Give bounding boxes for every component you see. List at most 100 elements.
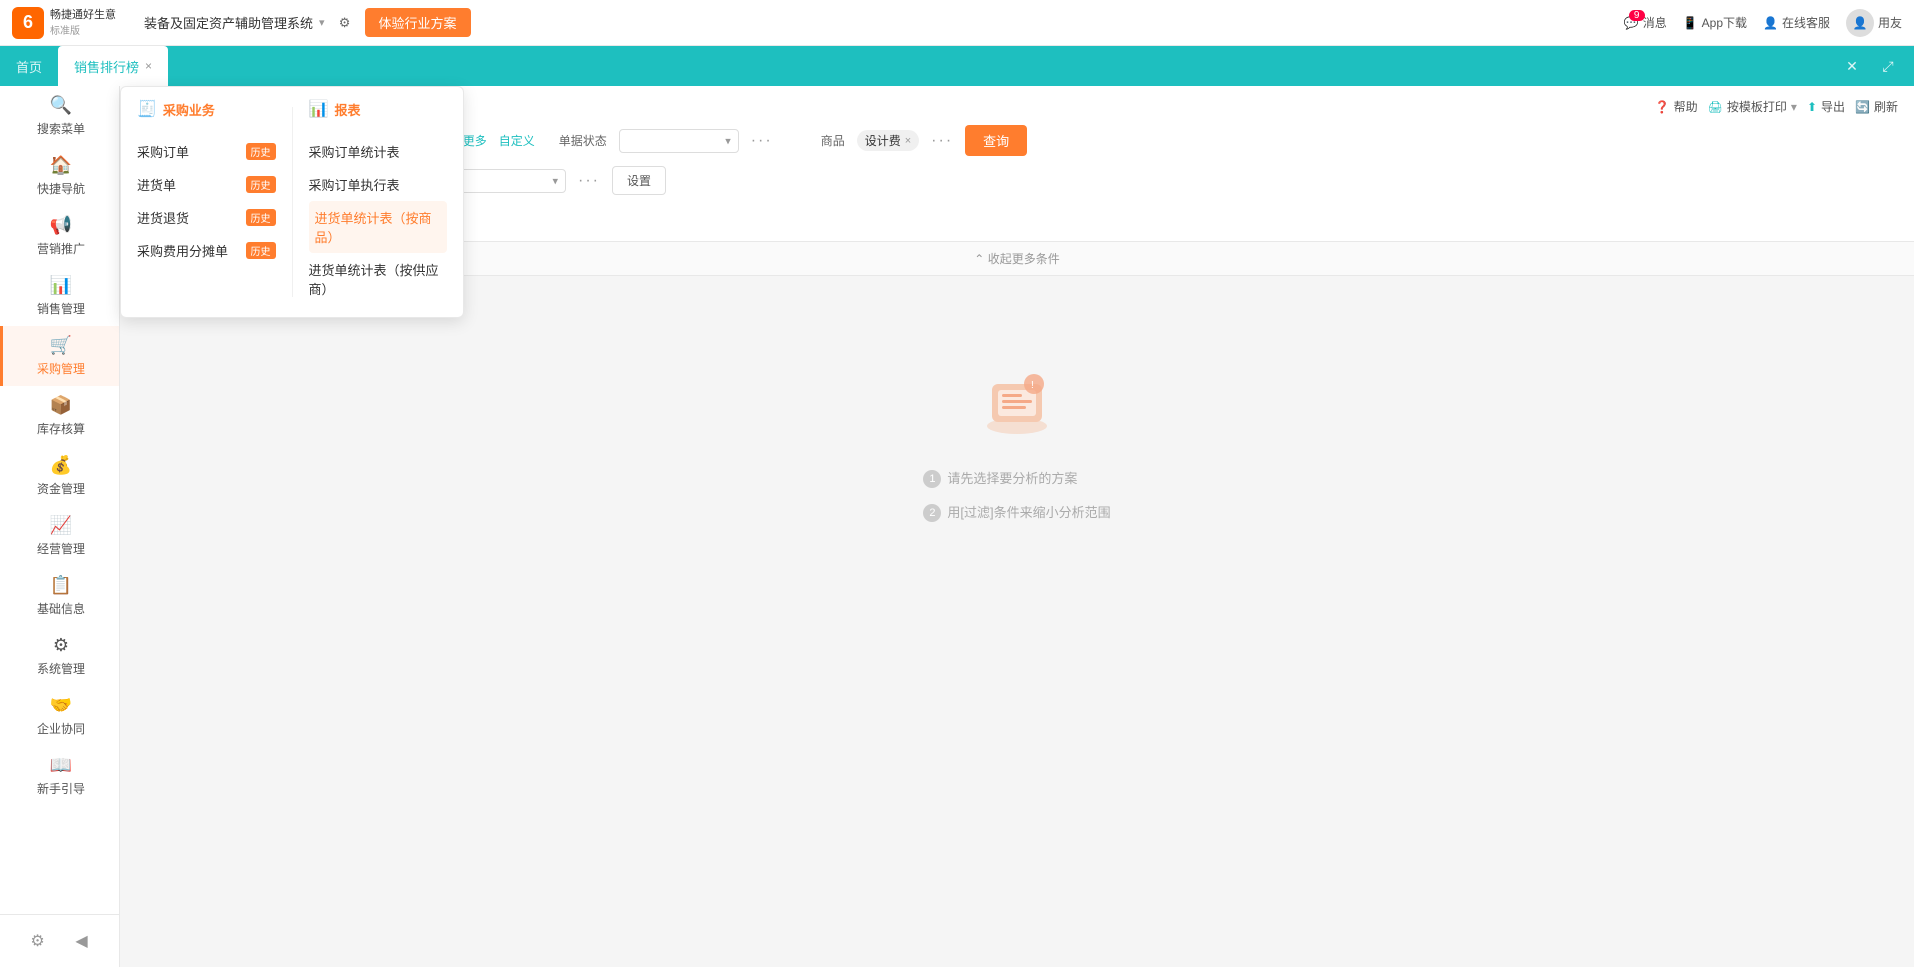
- tab-home[interactable]: 首页: [0, 46, 58, 86]
- stock-return-badge: 历史: [246, 209, 276, 226]
- purchase-dropdown-menu: 🧾 采购业务 采购订单 历史 进货单 历史 进货退货 历史 采购费用分摊单 历史: [120, 86, 464, 318]
- user-menu-button[interactable]: 👤 用友: [1846, 9, 1902, 37]
- sidebar-label-finance: 资金管理: [37, 480, 85, 497]
- doc-status-more[interactable]: ···: [751, 132, 773, 150]
- system-icon: ⚙: [53, 635, 69, 656]
- sidebar-item-inventory[interactable]: 📦 库存核算: [0, 386, 119, 446]
- step1-text: 请先选择要分析的方案: [947, 466, 1077, 492]
- sidebar-label-inventory: 库存核算: [37, 420, 85, 437]
- sidebar-label-search: 搜索菜单: [37, 120, 85, 137]
- sidebar-item-finance[interactable]: 💰 资金管理: [0, 446, 119, 506]
- finance-icon: 💰: [50, 455, 72, 476]
- system-area: 装备及固定资产辅助管理系统 ▾ ⚙ 体验行业方案: [144, 8, 1624, 37]
- industry-solution-button[interactable]: 体验行业方案: [365, 8, 471, 37]
- tab-sales-rank[interactable]: 销售排行榜 ×: [58, 46, 168, 86]
- sidebar-label-management: 经营管理: [37, 540, 85, 557]
- topbar: 6 畅捷通好生意 标准版 装备及固定资产辅助管理系统 ▾ ⚙ 体验行业方案 💬 …: [0, 0, 1914, 46]
- dropdown-col-business-title: 🧾 采购业务: [137, 99, 276, 125]
- print-icon: 🖨: [1708, 100, 1723, 114]
- salesman-more[interactable]: ···: [578, 172, 600, 190]
- sidebar-label-sales: 销售管理: [37, 300, 85, 317]
- cooperation-icon: 🤝: [50, 695, 72, 716]
- dropdown-columns: 🧾 采购业务 采购订单 历史 进货单 历史 进货退货 历史 采购费用分摊单 历史: [121, 99, 463, 305]
- messages-badge: 9: [1629, 10, 1645, 21]
- print-label: 按模板打印: [1727, 98, 1787, 115]
- system-settings-icon[interactable]: ⚙: [331, 9, 359, 37]
- stock-in-badge: 历史: [246, 176, 276, 193]
- phone-icon: 📱: [1683, 16, 1698, 30]
- sidebar-item-sales[interactable]: 📊 销售管理: [0, 266, 119, 326]
- sales-icon: 📊: [50, 275, 72, 296]
- menu-item-purchase-order[interactable]: 采购订单 历史: [137, 135, 276, 168]
- settings-button[interactable]: 设置: [612, 166, 666, 195]
- menu-item-stock-in-stats-by-goods[interactable]: 进货单统计表（按商品）: [309, 201, 448, 253]
- menu-item-stock-in-stats-by-supplier[interactable]: 进货单统计表（按供应商）: [309, 253, 448, 305]
- step2-text: 用[过滤]条件来缩小分析范围: [947, 500, 1110, 526]
- sidebar-label-guide: 新手引导: [37, 780, 85, 797]
- dropdown-col-business: 🧾 采购业务 采购订单 历史 进货单 历史 进货退货 历史 采购费用分摊单 历史: [121, 99, 292, 305]
- goods-tag-text: 设计费: [865, 132, 901, 149]
- date-preset-more[interactable]: 更多: [463, 132, 487, 149]
- basic-info-icon: 📋: [50, 575, 72, 596]
- menu-item-purchase-expense[interactable]: 采购费用分摊单 历史: [137, 234, 276, 267]
- app-download-button[interactable]: 📱 App下载: [1683, 14, 1747, 31]
- sidebar-settings-button[interactable]: ⚙: [24, 927, 52, 955]
- tab-expand-button[interactable]: ⤢: [1874, 52, 1902, 80]
- dropdown-col-reports-title: 📊 报表: [309, 99, 448, 125]
- dropdown-col-reports-label: 报表: [334, 100, 360, 119]
- menu-item-stock-in[interactable]: 进货单 历史: [137, 168, 276, 201]
- menu-item-stock-return[interactable]: 进货退货 历史: [137, 201, 276, 234]
- print-button[interactable]: 🖨 按模板打印 ▾: [1708, 98, 1797, 115]
- sidebar-bottom: ⚙ ◀: [0, 914, 119, 967]
- tab-home-label: 首页: [16, 57, 42, 76]
- business-col-icon: 🧾: [137, 99, 157, 119]
- management-icon: 📈: [50, 515, 72, 536]
- tab-close-all-button[interactable]: ✕: [1838, 52, 1866, 80]
- export-label: 导出: [1821, 98, 1845, 115]
- user-label: 用友: [1878, 14, 1902, 31]
- sidebar-item-marketing[interactable]: 📢 营销推广: [0, 206, 119, 266]
- goods-tag-close[interactable]: ×: [905, 135, 911, 147]
- export-button[interactable]: ⬆ 导出: [1807, 98, 1845, 115]
- sidebar-item-purchase[interactable]: 🛒 采购管理: [0, 326, 119, 386]
- service-icon: 👤: [1763, 16, 1778, 30]
- system-dropdown-arrow[interactable]: ▾: [319, 16, 325, 29]
- purchase-icon: 🛒: [50, 335, 72, 356]
- help-label: 帮助: [1674, 98, 1698, 115]
- sidebar-item-nav[interactable]: 🏠 快捷导航: [0, 146, 119, 206]
- doc-status-select[interactable]: [619, 129, 739, 153]
- stock-in-label: 进货单: [137, 175, 176, 194]
- svg-text:!: !: [1031, 380, 1034, 391]
- help-button[interactable]: ❓ 帮助: [1655, 98, 1698, 115]
- online-service-button[interactable]: 👤 在线客服: [1763, 14, 1830, 31]
- sidebar-item-cooperation[interactable]: 🤝 企业协同: [0, 686, 119, 746]
- purchase-expense-label: 采购费用分摊单: [137, 241, 228, 260]
- tab-close-icon[interactable]: ×: [145, 59, 152, 73]
- goods-more[interactable]: ···: [931, 132, 953, 150]
- sidebar-label-basic-info: 基础信息: [37, 600, 85, 617]
- date-preset-custom[interactable]: 自定义: [499, 132, 535, 149]
- inventory-icon: 📦: [50, 395, 72, 416]
- sidebar-item-guide[interactable]: 📖 新手引导: [0, 746, 119, 806]
- sidebar-item-management[interactable]: 📈 经营管理: [0, 506, 119, 566]
- sidebar-item-search[interactable]: 🔍 搜索菜单: [0, 86, 119, 146]
- sidebar-collapse-button[interactable]: ◀: [68, 927, 96, 955]
- print-arrow: ▾: [1791, 100, 1797, 114]
- sidebar: 🔍 搜索菜单 🏠 快捷导航 📢 营销推广 📊 销售管理 🛒 采购管理 📦 库存核…: [0, 86, 120, 967]
- sidebar-label-system: 系统管理: [37, 660, 85, 677]
- sidebar-item-basic-info[interactable]: 📋 基础信息: [0, 566, 119, 626]
- logo-title: 畅捷通好生意: [50, 8, 116, 22]
- collapse-arrow: ⌃: [974, 252, 987, 266]
- sidebar-label-purchase: 采购管理: [37, 360, 85, 377]
- query-button[interactable]: 查询: [965, 125, 1027, 156]
- menu-item-purchase-order-exec[interactable]: 采购订单执行表: [309, 168, 448, 201]
- sidebar-item-system[interactable]: ⚙ 系统管理: [0, 626, 119, 686]
- refresh-button[interactable]: 🔄 刷新: [1855, 98, 1898, 115]
- goods-tag: 设计费 ×: [857, 130, 919, 151]
- messages-button[interactable]: 💬 9 消息: [1624, 14, 1667, 31]
- menu-item-purchase-order-stats[interactable]: 采购订单统计表: [309, 135, 448, 168]
- purchase-expense-badge: 历史: [246, 242, 276, 259]
- messages-icon: 💬 9: [1624, 16, 1639, 30]
- export-icon: ⬆: [1807, 100, 1817, 114]
- refresh-label: 刷新: [1874, 98, 1898, 115]
